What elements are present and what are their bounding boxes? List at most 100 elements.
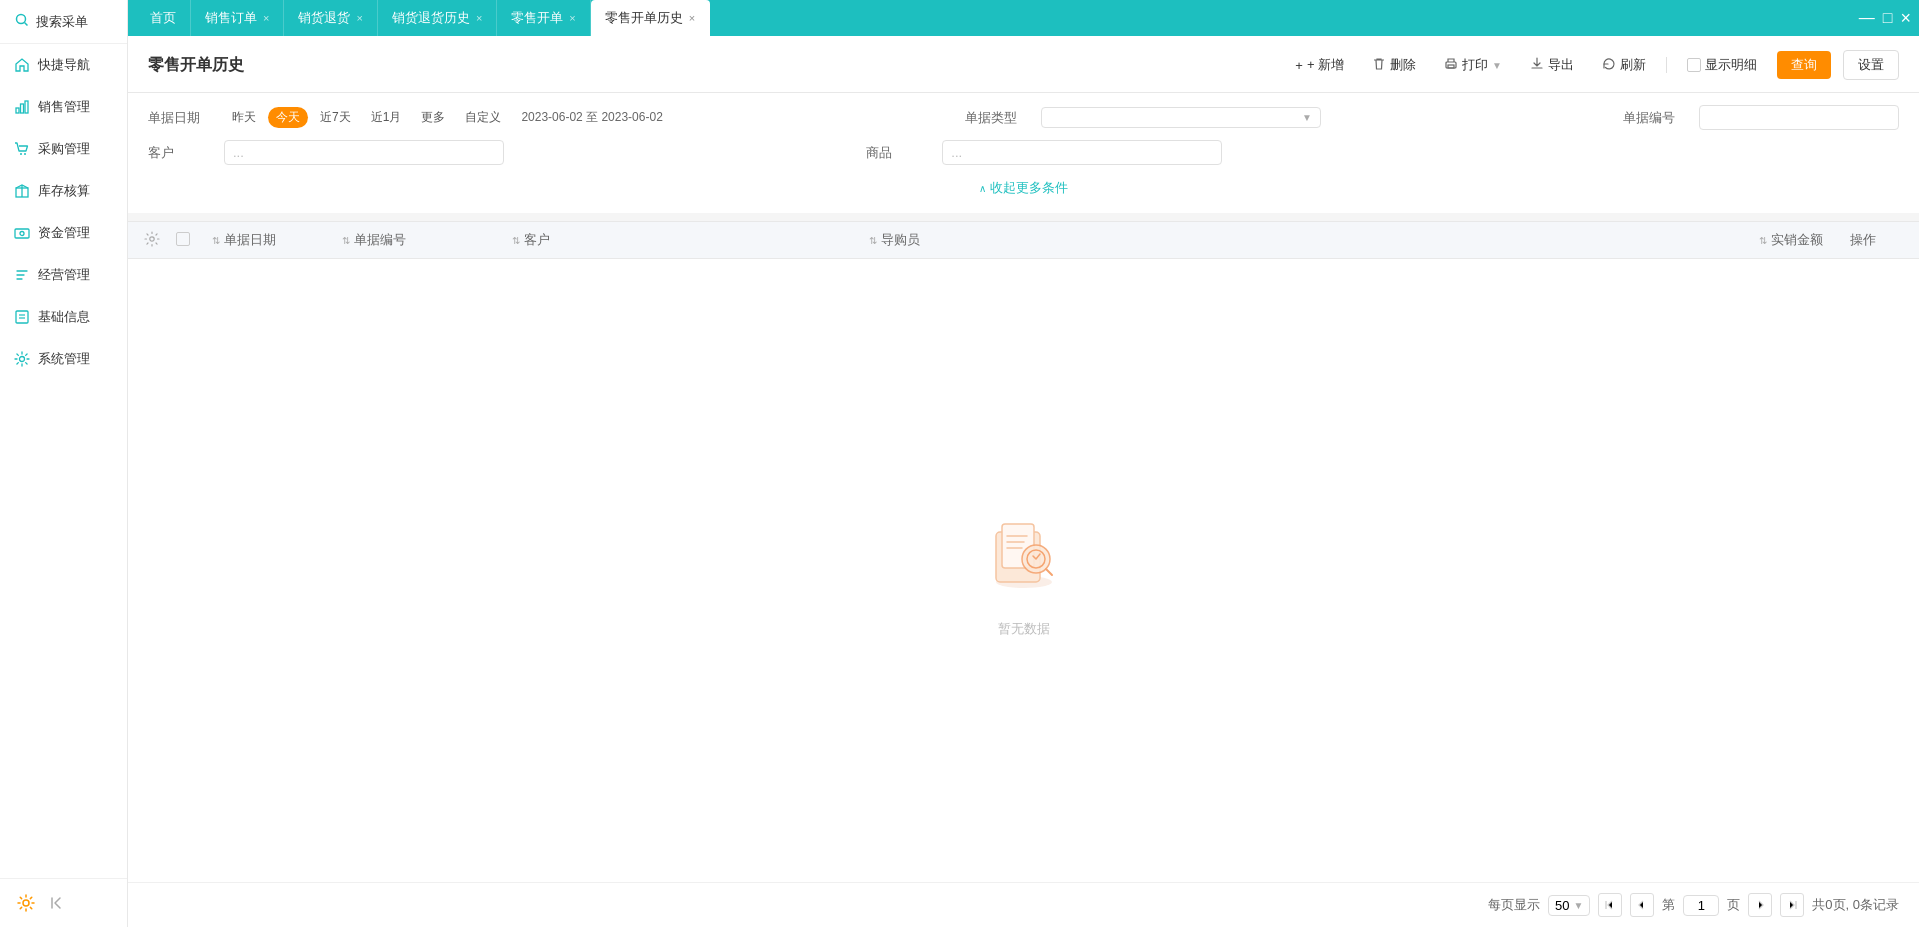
sidebar-item-label: 系统管理 xyxy=(38,350,90,368)
print-label: 打印 xyxy=(1462,56,1488,74)
sidebar-item-label: 快捷导航 xyxy=(38,56,90,74)
page-number-input[interactable] xyxy=(1683,895,1719,916)
col-customer-label: 客户 xyxy=(524,231,550,249)
next-page-btn[interactable] xyxy=(1748,893,1772,917)
close-icon[interactable]: × xyxy=(476,12,482,24)
col-header-amount[interactable]: ⇅ 实销金额 xyxy=(1703,231,1823,249)
query-button[interactable]: 查询 xyxy=(1777,51,1831,79)
home-icon xyxy=(14,57,30,73)
svg-rect-18 xyxy=(1448,65,1454,68)
refresh-label: 刷新 xyxy=(1620,56,1646,74)
close-icon[interactable]: × xyxy=(569,12,575,24)
tab-retail-open-history[interactable]: 零售开单历史 × xyxy=(591,0,710,36)
tab-sales-return-history[interactable]: 销货退货历史 × xyxy=(378,0,497,36)
date-range-display: 2023-06-02 至 2023-06-02 xyxy=(521,109,662,126)
page-label: 第 xyxy=(1662,896,1675,914)
sidebar-item-sales-mgmt[interactable]: 销售管理 xyxy=(0,86,127,128)
goods-filter-label: 商品 xyxy=(866,144,926,162)
sidebar-item-label: 经营管理 xyxy=(38,266,90,284)
col-amount-label: 实销金额 xyxy=(1771,231,1823,249)
table-checkbox-col[interactable] xyxy=(176,232,212,249)
order-no-input[interactable] xyxy=(1699,105,1899,130)
sidebar-item-quick-nav[interactable]: 快捷导航 xyxy=(0,44,127,86)
prev-page-btn[interactable] xyxy=(1630,893,1654,917)
goods-filter-input[interactable]: ... xyxy=(942,140,1222,165)
close-icon[interactable]: × xyxy=(689,12,695,24)
type-filter-select[interactable]: ▼ xyxy=(1041,107,1321,128)
close-icon[interactable]: × xyxy=(263,12,269,24)
customer-placeholder: ... xyxy=(233,145,244,160)
table-area: ⇅ 单据日期 ⇅ 单据编号 ⇅ 客户 ⇅ 导购员 ⇅ 实销金额 操作 xyxy=(128,221,1919,882)
customer-filter-label: 客户 xyxy=(148,144,208,162)
svg-point-0 xyxy=(17,15,26,24)
collapse-more-conditions-btn[interactable]: ∧ 收起更多条件 xyxy=(148,175,1899,201)
print-button[interactable]: 打印 ▼ xyxy=(1436,52,1510,78)
collapse-label: 收起更多条件 xyxy=(990,179,1068,197)
date-btn-7days[interactable]: 近7天 xyxy=(312,107,359,128)
main-content: 首页 销售订单 × 销货退货 × 销货退货历史 × 零售开单 × 零售开单历史 … xyxy=(128,0,1919,927)
delete-button[interactable]: 删除 xyxy=(1364,52,1424,78)
collapse-sidebar-button[interactable] xyxy=(46,891,70,915)
col-header-customer[interactable]: ⇅ 客户 xyxy=(512,231,869,249)
sidebar: 搜索采单 快捷导航 销售管理 xyxy=(0,0,128,927)
table-settings-icon[interactable] xyxy=(144,235,160,250)
refresh-button[interactable]: 刷新 xyxy=(1594,52,1654,78)
tab-retail-open[interactable]: 零售开单 × xyxy=(497,0,590,36)
sidebar-item-label: 基础信息 xyxy=(38,308,90,326)
table-header: ⇅ 单据日期 ⇅ 单据编号 ⇅ 客户 ⇅ 导购员 ⇅ 实销金额 操作 xyxy=(128,221,1919,259)
close-window-icon[interactable]: × xyxy=(1900,8,1911,29)
sidebar-item-inventory[interactable]: 库存核算 xyxy=(0,170,127,212)
col-date-sort-icon: ⇅ xyxy=(212,235,220,246)
search-menu-btn[interactable]: 搜索采单 xyxy=(0,0,127,44)
sidebar-item-finance[interactable]: 资金管理 xyxy=(0,212,127,254)
svg-rect-4 xyxy=(25,101,28,113)
date-btn-1month[interactable]: 近1月 xyxy=(363,107,410,128)
date-btn-yesterday[interactable]: 昨天 xyxy=(224,107,264,128)
page-title: 零售开单历史 xyxy=(148,55,244,76)
col-header-guide[interactable]: ⇅ 导购员 xyxy=(869,231,989,249)
print-dropdown-icon[interactable]: ▼ xyxy=(1492,60,1502,71)
pagination: 每页显示 50 ▼ 第 页 共0页, 0条记录 xyxy=(128,882,1919,927)
export-button[interactable]: 导出 xyxy=(1522,52,1582,78)
date-btn-today[interactable]: 今天 xyxy=(268,107,308,128)
empty-text: 暂无数据 xyxy=(998,620,1050,638)
query-label: 查询 xyxy=(1791,56,1817,74)
col-date-label: 单据日期 xyxy=(224,231,276,249)
print-icon xyxy=(1444,57,1458,74)
date-btn-custom[interactable]: 自定义 xyxy=(457,107,509,128)
display-detail-btn[interactable]: 显示明细 xyxy=(1679,52,1765,78)
minimize-icon[interactable]: — xyxy=(1859,9,1875,27)
tab-home[interactable]: 首页 xyxy=(136,0,191,36)
order-no-label: 单据编号 xyxy=(1623,109,1683,127)
tab-retail-open-label: 零售开单 xyxy=(511,9,563,27)
svg-point-5 xyxy=(20,153,22,155)
col-header-date[interactable]: ⇅ 单据日期 xyxy=(212,231,342,249)
sidebar-item-operations[interactable]: 经营管理 xyxy=(0,254,127,296)
settings-btn[interactable]: 设置 xyxy=(1843,50,1899,80)
settings-button[interactable] xyxy=(14,891,38,915)
export-icon xyxy=(1530,57,1544,74)
sidebar-item-purchase-mgmt[interactable]: 采购管理 xyxy=(0,128,127,170)
col-action-label: 操作 xyxy=(1850,231,1876,249)
tab-sales-return[interactable]: 销货退货 × xyxy=(284,0,377,36)
svg-rect-2 xyxy=(16,108,19,113)
col-order-no-label: 单据编号 xyxy=(354,231,406,249)
tab-sales-order[interactable]: 销售订单 × xyxy=(191,0,284,36)
svg-line-1 xyxy=(25,23,28,26)
customer-filter-input[interactable]: ... xyxy=(224,140,504,165)
col-header-order-no[interactable]: ⇅ 单据编号 xyxy=(342,231,512,249)
last-page-btn[interactable] xyxy=(1780,893,1804,917)
first-page-btn[interactable] xyxy=(1598,893,1622,917)
sidebar-item-base-info[interactable]: 基础信息 xyxy=(0,296,127,338)
per-page-label: 每页显示 xyxy=(1488,896,1540,914)
add-button[interactable]: + + 新增 xyxy=(1287,52,1352,78)
add-label: + 新增 xyxy=(1307,56,1344,74)
per-page-select[interactable]: 50 ▼ xyxy=(1548,895,1590,916)
tab-retail-open-history-label: 零售开单历史 xyxy=(605,9,683,27)
sidebar-item-sys-mgmt[interactable]: 系统管理 xyxy=(0,338,127,380)
restore-icon[interactable]: □ xyxy=(1883,9,1893,27)
export-label: 导出 xyxy=(1548,56,1574,74)
close-icon[interactable]: × xyxy=(356,12,362,24)
date-btn-more[interactable]: 更多 xyxy=(413,107,453,128)
checkbox-all-icon xyxy=(176,232,190,246)
